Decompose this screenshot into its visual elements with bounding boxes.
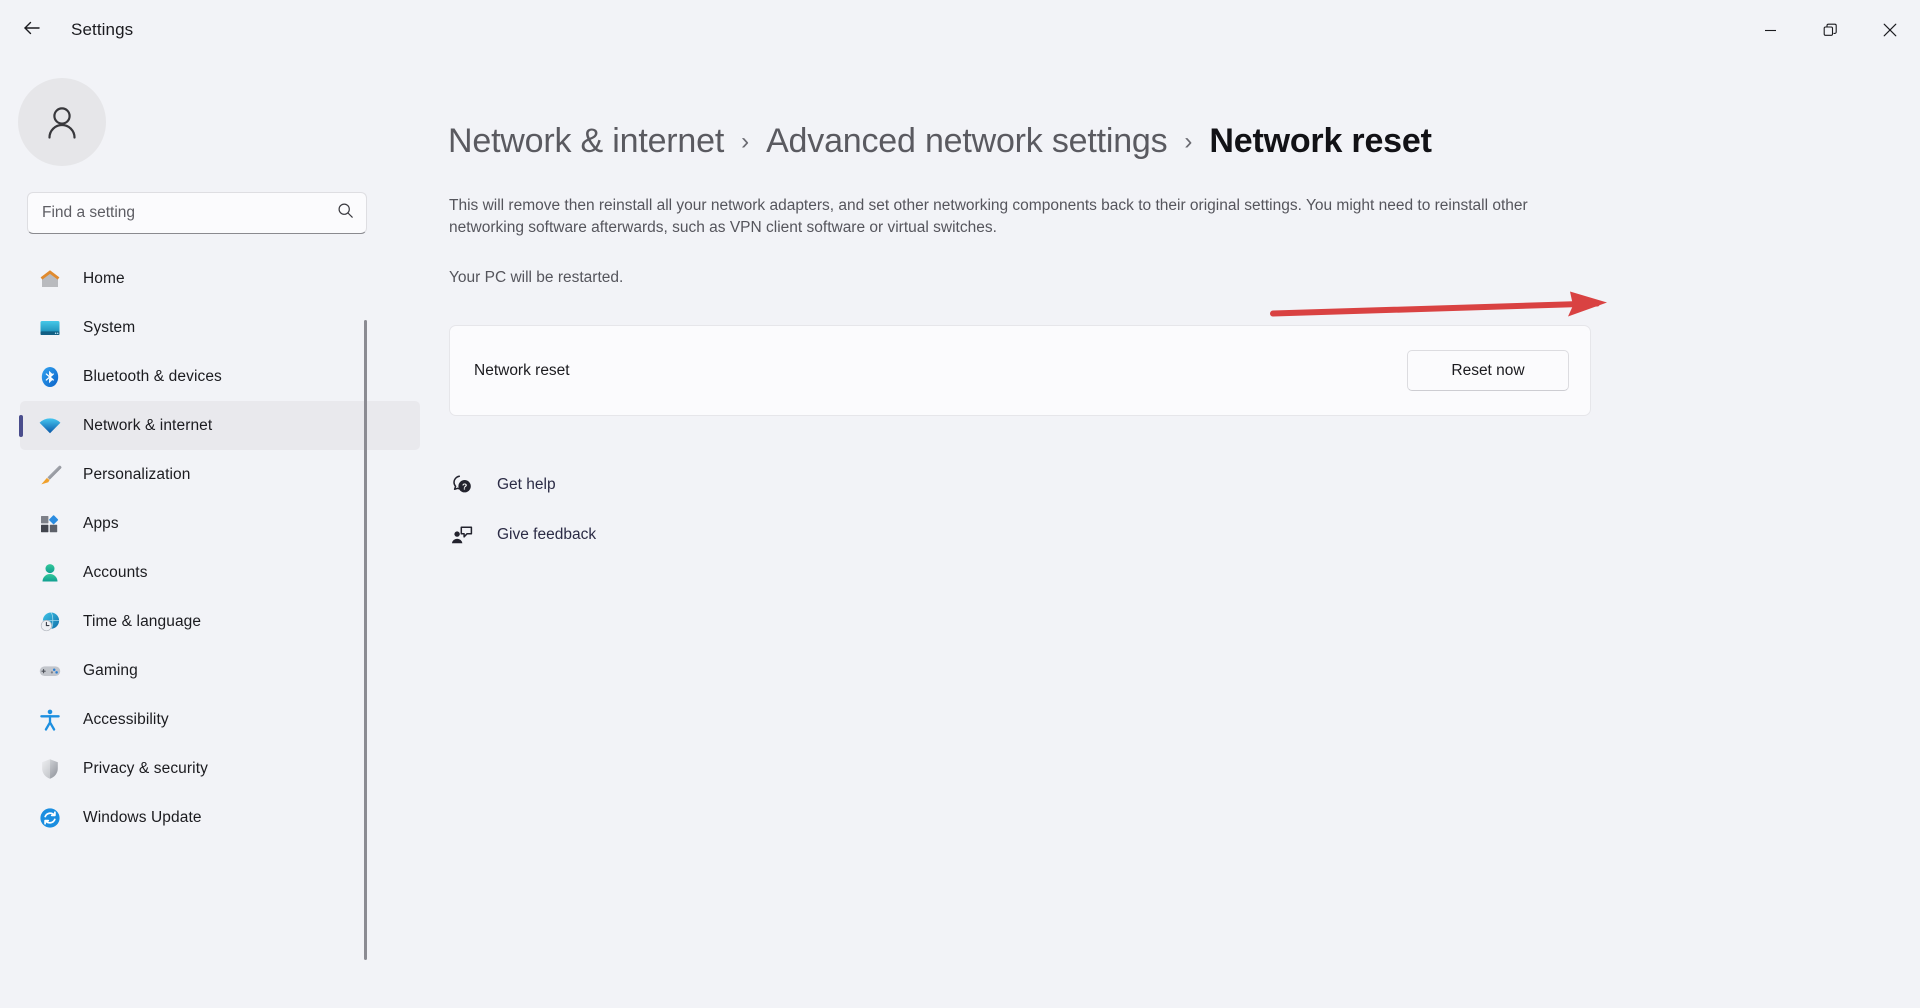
sidebar: Home System xyxy=(0,60,440,1008)
sidebar-item-label: System xyxy=(83,318,136,336)
get-help-link[interactable]: ? Get help xyxy=(449,465,556,505)
sidebar-item-label: Gaming xyxy=(83,661,138,679)
help-icon: ? xyxy=(449,472,475,498)
sidebar-scrollbar[interactable] xyxy=(362,70,370,1008)
user-avatar-icon xyxy=(48,107,76,139)
sidebar-item-privacy-security[interactable]: Privacy & security xyxy=(20,744,420,793)
sidebar-item-time-language[interactable]: Time & language xyxy=(20,597,420,646)
breadcrumb: Network & internet › Advanced network se… xyxy=(448,122,1920,161)
sidebar-item-bluetooth[interactable]: Bluetooth & devices xyxy=(20,352,420,401)
page-description: This will remove then reinstall all your… xyxy=(449,197,1528,236)
window-controls xyxy=(1740,0,1920,60)
chevron-right-icon: › xyxy=(741,128,750,155)
breadcrumb-item-network-internet[interactable]: Network & internet xyxy=(448,122,724,161)
close-button[interactable] xyxy=(1860,0,1920,60)
chevron-right-icon: › xyxy=(1184,128,1193,155)
avatar[interactable] xyxy=(18,78,106,166)
bluetooth-icon xyxy=(36,363,64,391)
home-icon xyxy=(36,265,64,293)
paintbrush-icon xyxy=(36,461,64,489)
accessibility-icon xyxy=(36,706,64,734)
get-help-label: Get help xyxy=(497,476,556,493)
clock-globe-icon xyxy=(36,608,64,636)
sidebar-item-home[interactable]: Home xyxy=(20,254,420,303)
svg-text:?: ? xyxy=(462,481,467,491)
app-title: Settings xyxy=(71,20,134,39)
system-icon xyxy=(36,314,64,342)
sidebar-item-apps[interactable]: Apps xyxy=(20,499,420,548)
update-icon xyxy=(36,804,64,832)
restore-button[interactable] xyxy=(1800,0,1860,60)
close-icon xyxy=(1883,23,1897,37)
wifi-icon xyxy=(36,412,64,440)
feedback-icon xyxy=(449,522,475,548)
apps-icon xyxy=(36,510,64,538)
reset-now-button[interactable]: Reset now xyxy=(1407,350,1569,391)
sidebar-item-windows-update[interactable]: Windows Update xyxy=(20,793,420,842)
help-links: ? Get help Give feedback xyxy=(449,465,1920,555)
sidebar-item-label: Privacy & security xyxy=(83,759,208,777)
sidebar-item-label: Accounts xyxy=(83,563,148,581)
sidebar-item-accessibility[interactable]: Accessibility xyxy=(20,695,420,744)
back-button[interactable] xyxy=(10,8,54,52)
sidebar-item-label: Time & language xyxy=(83,612,202,630)
search-icon xyxy=(337,202,354,224)
sidebar-item-accounts[interactable]: Accounts xyxy=(20,548,420,597)
search-box[interactable] xyxy=(27,192,367,234)
sidebar-item-network-internet[interactable]: Network & internet xyxy=(20,401,420,450)
sidebar-item-label: Network & internet xyxy=(83,416,213,434)
give-feedback-label: Give feedback xyxy=(497,526,597,543)
sidebar-item-label: Apps xyxy=(83,514,119,532)
title-bar: Settings xyxy=(0,0,1920,60)
sidebar-item-label: Windows Update xyxy=(83,808,202,826)
search-input[interactable] xyxy=(42,204,337,222)
page-title: Network reset xyxy=(1209,122,1432,160)
page-sub-description: Your PC will be restarted. xyxy=(449,269,624,286)
back-arrow-icon xyxy=(21,17,43,44)
main-content: Network & internet › Advanced network se… xyxy=(440,60,1920,1008)
shield-icon xyxy=(36,755,64,783)
gamepad-icon xyxy=(36,657,64,685)
minimize-icon xyxy=(1764,29,1776,31)
sidebar-scrollbar-thumb[interactable] xyxy=(364,320,367,960)
sidebar-item-personalization[interactable]: Personalization xyxy=(20,450,420,499)
window-body: Home System xyxy=(0,60,1920,1008)
network-reset-card: Network reset Reset now xyxy=(449,325,1591,416)
sidebar-item-label: Accessibility xyxy=(83,710,169,728)
sidebar-item-label: Bluetooth & devices xyxy=(83,367,222,385)
account-icon xyxy=(36,559,64,587)
breadcrumb-item-advanced-network-settings[interactable]: Advanced network settings xyxy=(766,122,1168,161)
sidebar-item-label: Home xyxy=(83,269,125,287)
minimize-button[interactable] xyxy=(1740,0,1800,60)
sidebar-item-label: Personalization xyxy=(83,465,191,483)
card-title: Network reset xyxy=(474,361,570,379)
sidebar-item-gaming[interactable]: Gaming xyxy=(20,646,420,695)
sidebar-nav: Home System Bluetooth & devices Network … xyxy=(0,254,440,1008)
restore-icon xyxy=(1823,23,1837,36)
give-feedback-link[interactable]: Give feedback xyxy=(449,515,596,555)
settings-window: Settings Find a setting Home System Blue… xyxy=(0,0,1920,1008)
sidebar-item-system[interactable]: System xyxy=(20,303,420,352)
